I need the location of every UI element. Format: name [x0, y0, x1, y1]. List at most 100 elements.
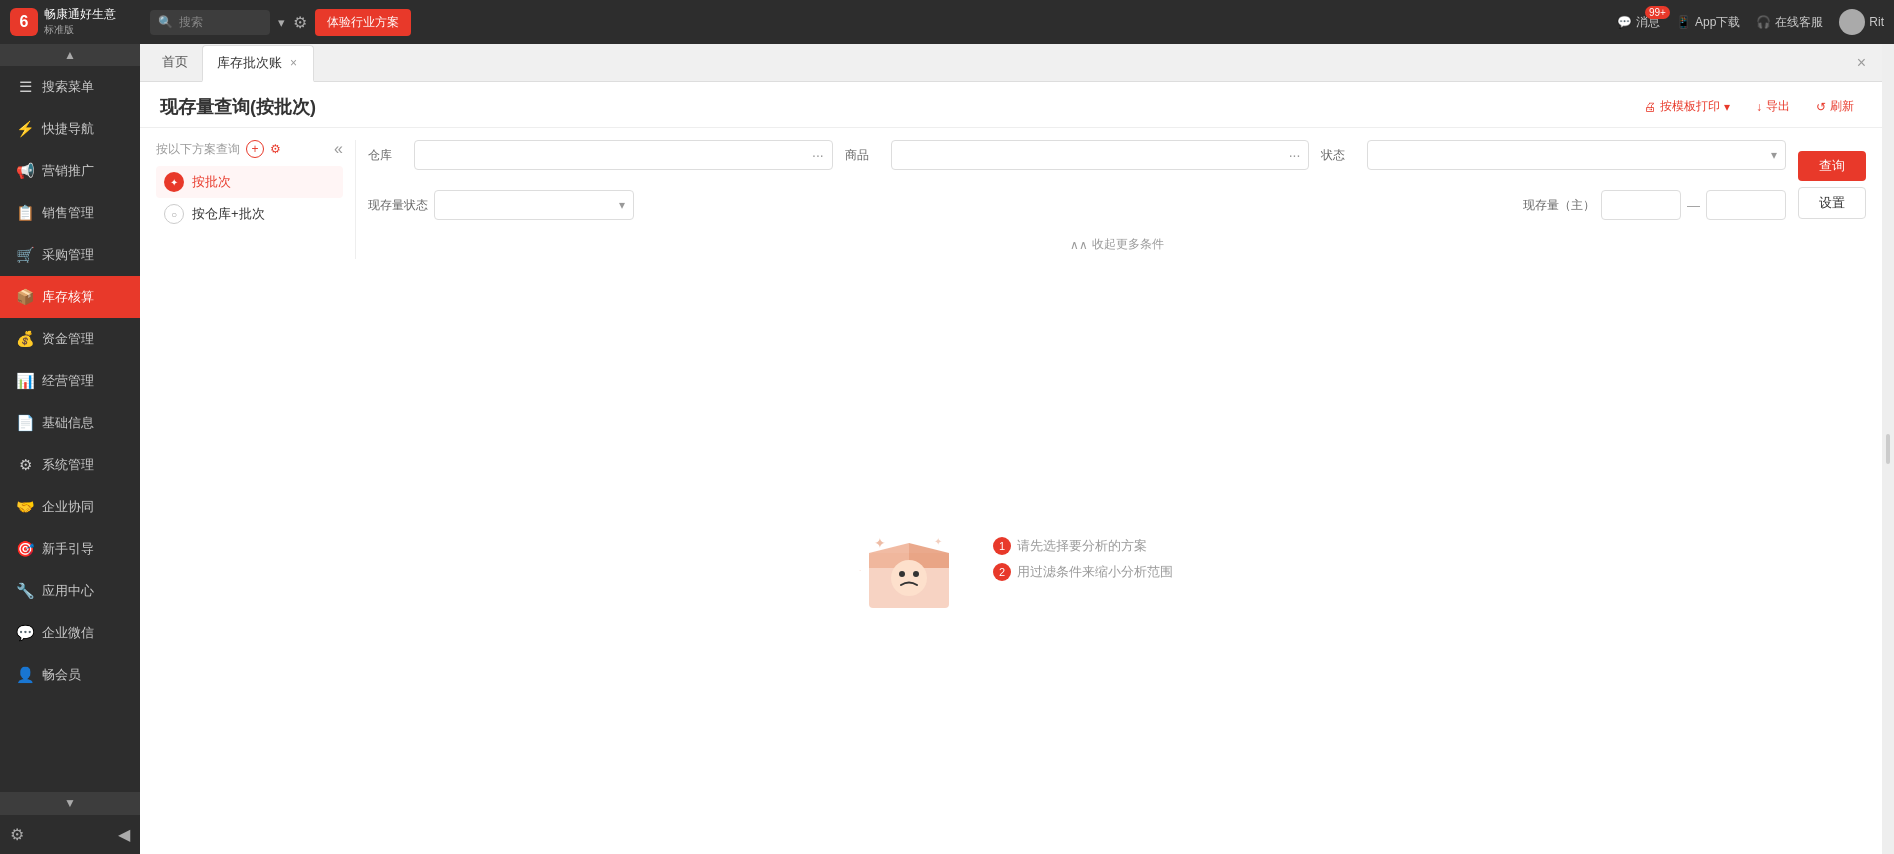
export-icon: ↓ — [1756, 100, 1762, 114]
sidebar: ▲ ☰ 搜索菜单 ⚡ 快捷导航 📢 营销推广 📋 销售管理 🛒 采购管理 — [0, 44, 140, 854]
right-panel-handle[interactable] — [1882, 44, 1894, 854]
sidebar-bottom: ⚙ ◀ — [0, 814, 140, 854]
trial-btn[interactable]: 体验行业方案 — [315, 9, 411, 36]
system-icon: ⚙ — [16, 456, 34, 474]
top-bar: 6 畅康通好生意 标准版 🔍 搜索 ▾ ⚙ 体验行业方案 💬 消息 99+ 📱 … — [0, 0, 1894, 44]
empty-step-1: 1 请先选择要分析的方案 — [993, 537, 1173, 555]
sidebar-scroll-down[interactable]: ▼ — [0, 792, 140, 814]
tab-bar-close-btn[interactable]: × — [1849, 50, 1874, 76]
sidebar-item-label: 采购管理 — [42, 246, 94, 264]
basic-info-icon: 📄 — [16, 414, 34, 432]
settings-icon[interactable]: ⚙ — [293, 13, 307, 32]
sidebar-scroll-up[interactable]: ▲ — [0, 44, 140, 66]
app-logo: 6 畅康通好生意 标准版 — [10, 7, 150, 37]
add-scheme-icon[interactable]: + — [246, 140, 264, 158]
online-service-item[interactable]: 🎧 在线客服 — [1756, 14, 1823, 31]
app-name: 畅康通好生意 — [44, 7, 116, 23]
main-layout: ▲ ☰ 搜索菜单 ⚡ 快捷导航 📢 营销推广 📋 销售管理 🛒 采购管理 — [0, 44, 1894, 854]
dropdown-icon[interactable]: ▾ — [278, 15, 285, 30]
guide-icon: 🎯 — [16, 540, 34, 558]
tab-close-btn[interactable]: × — [288, 54, 299, 72]
product-label: 商品 — [845, 147, 885, 164]
print-icon: 🖨 — [1644, 100, 1656, 114]
svg-point-3 — [891, 560, 927, 596]
sidebar-item-label: 库存核算 — [42, 288, 94, 306]
stock-qty-max-input[interactable] — [1706, 190, 1786, 220]
collapse-more-btn[interactable]: ∧∧ 收起更多条件 — [368, 230, 1866, 259]
svg-text:✦: ✦ — [874, 535, 886, 551]
filter-row-2: 现存量状态 ▾ 现存量（主） — [368, 190, 1786, 220]
search-box[interactable]: 🔍 搜索 — [150, 10, 270, 35]
warehouse-dots: ··· — [812, 147, 824, 163]
filter-right-panel: 仓库 ··· 商品 — [368, 140, 1866, 259]
online-service-label: 在线客服 — [1775, 14, 1823, 31]
sidebar-settings-icon[interactable]: ⚙ — [10, 825, 24, 844]
topbar-right: 💬 消息 99+ 📱 App下载 🎧 在线客服 Rit — [1617, 9, 1884, 35]
stock-status-label: 现存量状态 — [368, 197, 428, 214]
filter-left-panel: 按以下方案查询 + ⚙ « ✦ 按批次 ○ 按仓库+批次 — [156, 140, 356, 259]
sidebar-item-wechat[interactable]: 💬 企业微信 — [0, 612, 140, 654]
sidebar-item-guide[interactable]: 🎯 新手引导 — [0, 528, 140, 570]
scheme-collapse-icon[interactable]: « — [334, 140, 343, 158]
warehouse-input[interactable]: ··· — [414, 140, 833, 170]
refresh-btn[interactable]: ↺ 刷新 — [1808, 94, 1862, 119]
product-dots: ··· — [1289, 147, 1301, 163]
scheme-batch-label: 按批次 — [192, 173, 231, 191]
sidebar-item-finance[interactable]: 💰 资金管理 — [0, 318, 140, 360]
finance-icon: 💰 — [16, 330, 34, 348]
sidebar-item-purchase[interactable]: 🛒 采购管理 — [0, 234, 140, 276]
empty-state: ✦ ✦ · 1 请先选择要分析的方案 2 用过滤条件来缩小分析范围 — [140, 271, 1882, 854]
filter-row-1: 仓库 ··· 商品 — [368, 140, 1786, 170]
sidebar-item-label: 新手引导 — [42, 540, 94, 558]
sidebar-item-sales[interactable]: 📋 销售管理 — [0, 192, 140, 234]
messages-item[interactable]: 💬 消息 99+ — [1617, 14, 1660, 31]
sidebar-item-quick-nav[interactable]: ⚡ 快捷导航 — [0, 108, 140, 150]
sidebar-item-label: 企业微信 — [42, 624, 94, 642]
sidebar-item-operation[interactable]: 📊 经营管理 — [0, 360, 140, 402]
svg-text:·: · — [859, 566, 861, 575]
tab-home[interactable]: 首页 — [148, 45, 202, 81]
export-btn[interactable]: ↓ 导出 — [1748, 94, 1798, 119]
step2-text: 用过滤条件来缩小分析范围 — [1017, 563, 1173, 581]
sidebar-item-search-menu[interactable]: ☰ 搜索菜单 — [0, 66, 140, 108]
app-download-item[interactable]: 📱 App下载 — [1676, 14, 1740, 31]
avatar — [1839, 9, 1865, 35]
stock-qty-min-input[interactable] — [1601, 190, 1681, 220]
print-btn[interactable]: 🖨 按模板打印 ▾ — [1636, 94, 1738, 119]
filter-settings-btn[interactable]: 设置 — [1798, 187, 1866, 219]
query-btn[interactable]: 查询 — [1798, 151, 1866, 181]
content-area: 首页 库存批次账 × × 现存量查询(按批次) 🖨 按模板打印 ▾ — [140, 44, 1882, 854]
tab-inventory-batch[interactable]: 库存批次账 × — [202, 45, 314, 82]
sidebar-item-label: 基础信息 — [42, 414, 94, 432]
sidebar-item-member[interactable]: 👤 畅会员 — [0, 654, 140, 696]
sidebar-item-basic-info[interactable]: 📄 基础信息 — [0, 402, 140, 444]
search-icon: 🔍 — [158, 15, 173, 29]
inventory-icon: 📦 — [16, 288, 34, 306]
messages-badge: 99+ — [1645, 6, 1670, 19]
scheme-item-batch[interactable]: ✦ 按批次 — [156, 166, 343, 198]
status-input[interactable]: ▾ — [1367, 140, 1786, 170]
sidebar-item-system[interactable]: ⚙ 系统管理 — [0, 444, 140, 486]
chevron-up-icon: ∧∧ — [1070, 238, 1088, 252]
step2-num: 2 — [993, 563, 1011, 581]
user-item[interactable]: Rit — [1839, 9, 1884, 35]
scheme-settings-icon[interactable]: ⚙ — [270, 142, 281, 156]
status-field: 状态 ▾ — [1321, 140, 1786, 170]
sidebar-item-marketing[interactable]: 📢 营销推广 — [0, 150, 140, 192]
tab-active-label: 库存批次账 — [217, 54, 282, 72]
sales-icon: 📋 — [16, 204, 34, 222]
sidebar-collapse-icon[interactable]: ◀ — [118, 825, 130, 844]
stock-status-input[interactable]: ▾ — [434, 190, 634, 220]
sidebar-item-inventory[interactable]: 📦 库存核算 — [0, 276, 140, 318]
stock-qty-label: 现存量（主） — [1523, 197, 1595, 214]
topbar-middle: 🔍 搜索 ▾ ⚙ 体验行业方案 — [150, 9, 1617, 36]
scheme-item-warehouse-batch[interactable]: ○ 按仓库+批次 — [156, 198, 343, 230]
empty-text-list: 1 请先选择要分析的方案 2 用过滤条件来缩小分析范围 — [993, 537, 1173, 589]
product-input[interactable]: ··· — [891, 140, 1310, 170]
sidebar-item-label: 资金管理 — [42, 330, 94, 348]
filter-area: 按以下方案查询 + ⚙ « ✦ 按批次 ○ 按仓库+批次 — [140, 128, 1882, 271]
sidebar-item-enterprise[interactable]: 🤝 企业协同 — [0, 486, 140, 528]
phone-icon: 📱 — [1676, 15, 1691, 29]
sidebar-item-app-center[interactable]: 🔧 应用中心 — [0, 570, 140, 612]
filter-actions: 查询 设置 — [1798, 140, 1866, 230]
